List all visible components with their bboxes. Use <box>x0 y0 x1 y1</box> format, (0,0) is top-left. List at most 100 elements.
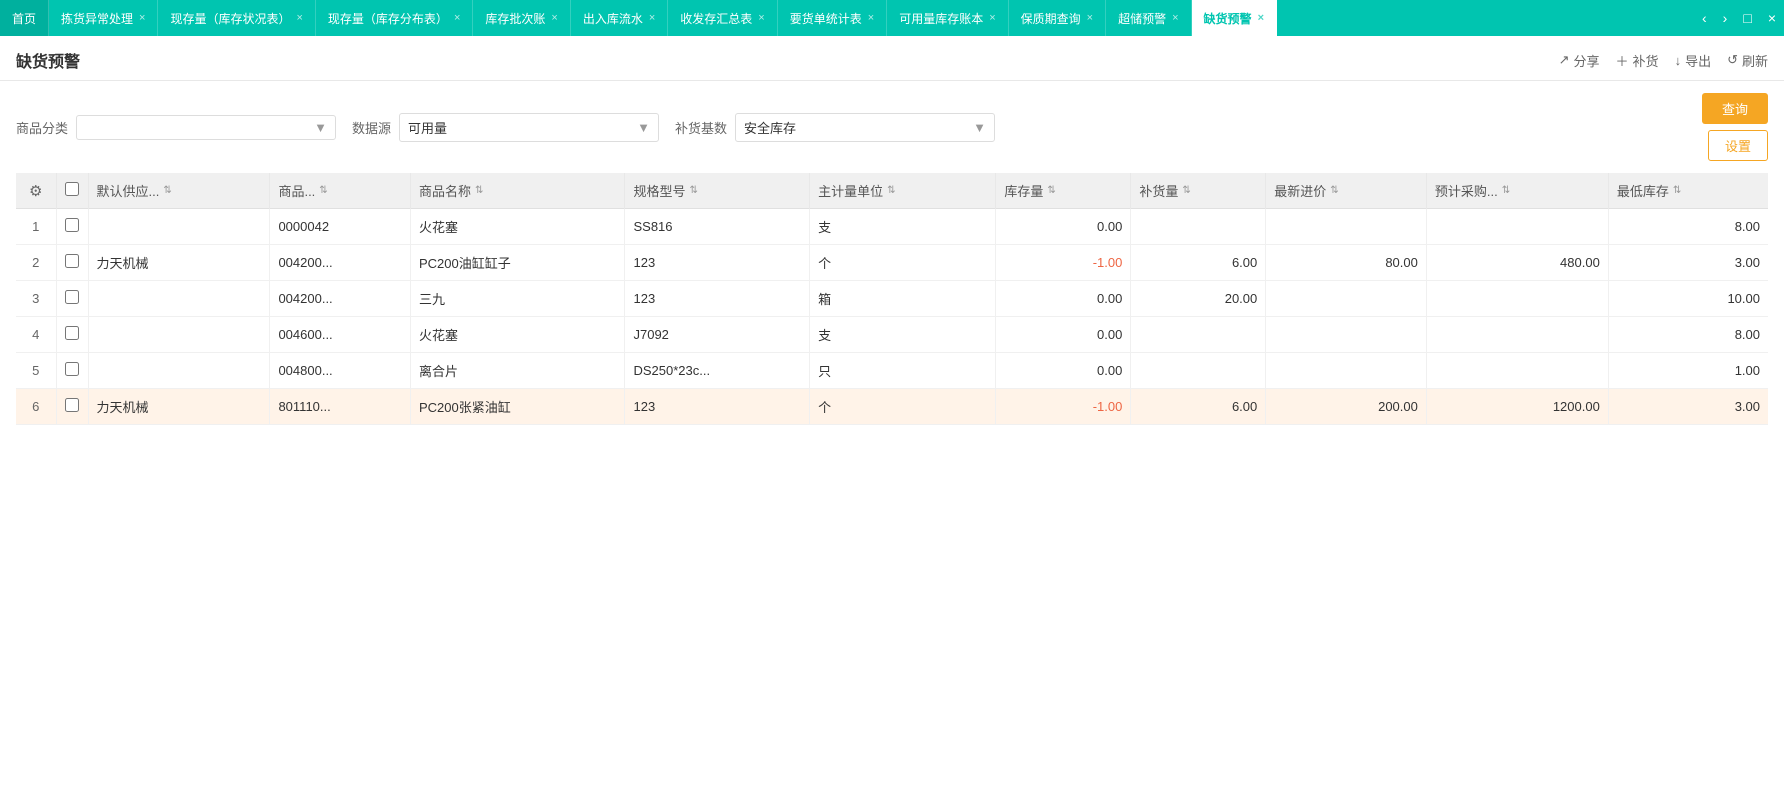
cell-spec-2: 123 <box>625 281 810 317</box>
cell-checkbox-1[interactable] <box>56 245 88 281</box>
close-tab-expiry-query[interactable]: × <box>1087 12 1093 24</box>
filter-replenish-base-select[interactable]: 安全库存 ▼ <box>735 113 995 142</box>
cell-checkbox-5[interactable] <box>56 389 88 425</box>
filter-datasource-value: 可用量 <box>408 118 447 137</box>
cell-code-3: 004600... <box>270 317 411 353</box>
tab-overstock[interactable]: 超储预警 × <box>1106 0 1191 36</box>
th-product-code[interactable]: 商品... ⇅ <box>270 173 411 209</box>
cell-est-4 <box>1426 353 1608 389</box>
cell-rownum-4: 5 <box>16 353 56 389</box>
cell-replenish-4 <box>1131 353 1266 389</box>
cell-replenish-3 <box>1131 317 1266 353</box>
th-latest-price[interactable]: 最新进价 ⇅ <box>1266 173 1427 209</box>
cell-rownum-0: 1 <box>16 209 56 245</box>
cell-code-4: 004800... <box>270 353 411 389</box>
th-est-purchase[interactable]: 预计采购... ⇅ <box>1426 173 1608 209</box>
close-tab-demand-stat[interactable]: × <box>868 12 874 24</box>
close-tab-inout-flow[interactable]: × <box>649 12 655 24</box>
sort-code-icon: ⇅ <box>319 185 327 196</box>
close-tab-batch-account[interactable]: × <box>551 12 557 24</box>
tab-expiry-query[interactable]: 保质期查询 × <box>1009 0 1106 36</box>
sort-spec-icon: ⇅ <box>690 185 698 196</box>
sort-price-icon: ⇅ <box>1330 185 1338 196</box>
th-replenish[interactable]: 补货量 ⇅ <box>1131 173 1266 209</box>
filter-datasource-arrow-icon: ▼ <box>637 120 650 135</box>
tab-collect-account[interactable]: 收发存汇总表 × <box>668 0 777 36</box>
row-checkbox-4[interactable] <box>65 362 79 376</box>
row-checkbox-5[interactable] <box>65 398 79 412</box>
row-checkbox-1[interactable] <box>65 254 79 268</box>
tab-inventory-status[interactable]: 现存量（库存状况表） × <box>158 0 315 36</box>
cell-unit-0: 支 <box>810 209 996 245</box>
sort-stock-icon: ⇅ <box>1047 185 1055 196</box>
cell-checkbox-0[interactable] <box>56 209 88 245</box>
cell-checkbox-3[interactable] <box>56 317 88 353</box>
th-product-name[interactable]: 商品名称 ⇅ <box>410 173 625 209</box>
export-button[interactable]: ↓ 导出 <box>1675 51 1712 70</box>
th-stock[interactable]: 库存量 ⇅ <box>996 173 1131 209</box>
refresh-icon: ↺ <box>1727 52 1738 68</box>
close-tab-overstock[interactable]: × <box>1172 12 1178 24</box>
cell-spec-1: 123 <box>625 245 810 281</box>
close-tab-collect-account[interactable]: × <box>758 12 764 24</box>
tab-demand-stat[interactable]: 要货单统计表 × <box>778 0 887 36</box>
cell-checkbox-4[interactable] <box>56 353 88 389</box>
tab-inventory-dist[interactable]: 现存量（库存分布表） × <box>316 0 473 36</box>
close-tab-shortage[interactable]: × <box>1258 12 1264 24</box>
row-checkbox-3[interactable] <box>65 326 79 340</box>
page-title: 缺货预警 <box>16 48 80 72</box>
filter-replenish-base-group: 补货基数 安全库存 ▼ <box>675 113 995 142</box>
th-checkbox <box>56 173 88 209</box>
filter-datasource-select[interactable]: 可用量 ▼ <box>399 113 659 142</box>
cell-replenish-5: 6.00 <box>1131 389 1266 425</box>
filter-area: 商品分类 ▼ 数据源 可用量 ▼ 补货基数 安全库存 ▼ 查询 设置 <box>0 81 1784 173</box>
cell-min-stock-3: 8.00 <box>1608 317 1768 353</box>
cell-unit-3: 支 <box>810 317 996 353</box>
table-row: 6 力天机械 801110... PC200张紧油缸 123 个 -1.00 6… <box>16 389 1768 425</box>
row-checkbox-2[interactable] <box>65 290 79 304</box>
cell-rownum-3: 4 <box>16 317 56 353</box>
th-unit[interactable]: 主计量单位 ⇅ <box>810 173 996 209</box>
cell-min-stock-5: 3.00 <box>1608 389 1768 425</box>
filter-category-label: 商品分类 <box>16 118 68 137</box>
tab-restore-button[interactable]: □ <box>1735 10 1759 26</box>
th-min-stock[interactable]: 最低库存 ⇅ <box>1608 173 1768 209</box>
th-default-supplier[interactable]: 默认供应... ⇅ <box>88 173 270 209</box>
table-row: 5 004800... 离合片 DS250*23c... 只 0.00 1.00 <box>16 353 1768 389</box>
cell-min-stock-0: 8.00 <box>1608 209 1768 245</box>
tab-batch-account[interactable]: 库存批次账 × <box>473 0 570 36</box>
tab-shortage[interactable]: 缺货预警 × <box>1192 0 1277 36</box>
close-tab-inventory-status[interactable]: × <box>296 12 302 24</box>
tab-prev-button[interactable]: ‹ <box>1694 10 1715 26</box>
share-icon: ↗ <box>1559 52 1570 68</box>
tab-home[interactable]: 首页 <box>0 0 49 36</box>
tab-next-button[interactable]: › <box>1715 10 1736 26</box>
filter-right-actions: 查询 设置 <box>1702 93 1768 161</box>
row-checkbox-0[interactable] <box>65 218 79 232</box>
cell-code-5: 801110... <box>270 389 411 425</box>
cell-checkbox-2[interactable] <box>56 281 88 317</box>
close-tab-available-ledger[interactable]: × <box>989 12 995 24</box>
cell-est-5: 1200.00 <box>1426 389 1608 425</box>
cell-name-1: PC200油缸缸子 <box>410 245 625 281</box>
gear-icon[interactable]: ⚙ <box>29 183 42 200</box>
query-button[interactable]: 查询 <box>1702 93 1768 124</box>
table-row: 1 0000042 火花塞 SS816 支 0.00 8.00 <box>16 209 1768 245</box>
close-tab-inventory-dist[interactable]: × <box>454 12 460 24</box>
settings-button[interactable]: 设置 <box>1708 130 1768 161</box>
filter-category-arrow-icon: ▼ <box>314 120 327 135</box>
tab-abnormal[interactable]: 拣货异常处理 × <box>49 0 158 36</box>
tab-inout-flow[interactable]: 出入库流水 × <box>571 0 668 36</box>
tab-close-all-button[interactable]: × <box>1760 10 1784 26</box>
th-spec[interactable]: 规格型号 ⇅ <box>625 173 810 209</box>
th-gear: ⚙ <box>16 173 56 209</box>
share-button[interactable]: ↗ 分享 <box>1559 51 1600 70</box>
close-tab-abnormal[interactable]: × <box>139 12 145 24</box>
filter-category-select[interactable]: ▼ <box>76 115 336 140</box>
select-all-checkbox[interactable] <box>65 182 79 196</box>
table-row: 3 004200... 三九 123 箱 0.00 20.00 10.00 <box>16 281 1768 317</box>
cell-price-4 <box>1266 353 1427 389</box>
refresh-button[interactable]: ↺ 刷新 <box>1727 51 1768 70</box>
tab-available-ledger[interactable]: 可用量库存账本 × <box>887 0 1008 36</box>
replenish-button[interactable]: ＋ 补货 <box>1616 51 1659 70</box>
